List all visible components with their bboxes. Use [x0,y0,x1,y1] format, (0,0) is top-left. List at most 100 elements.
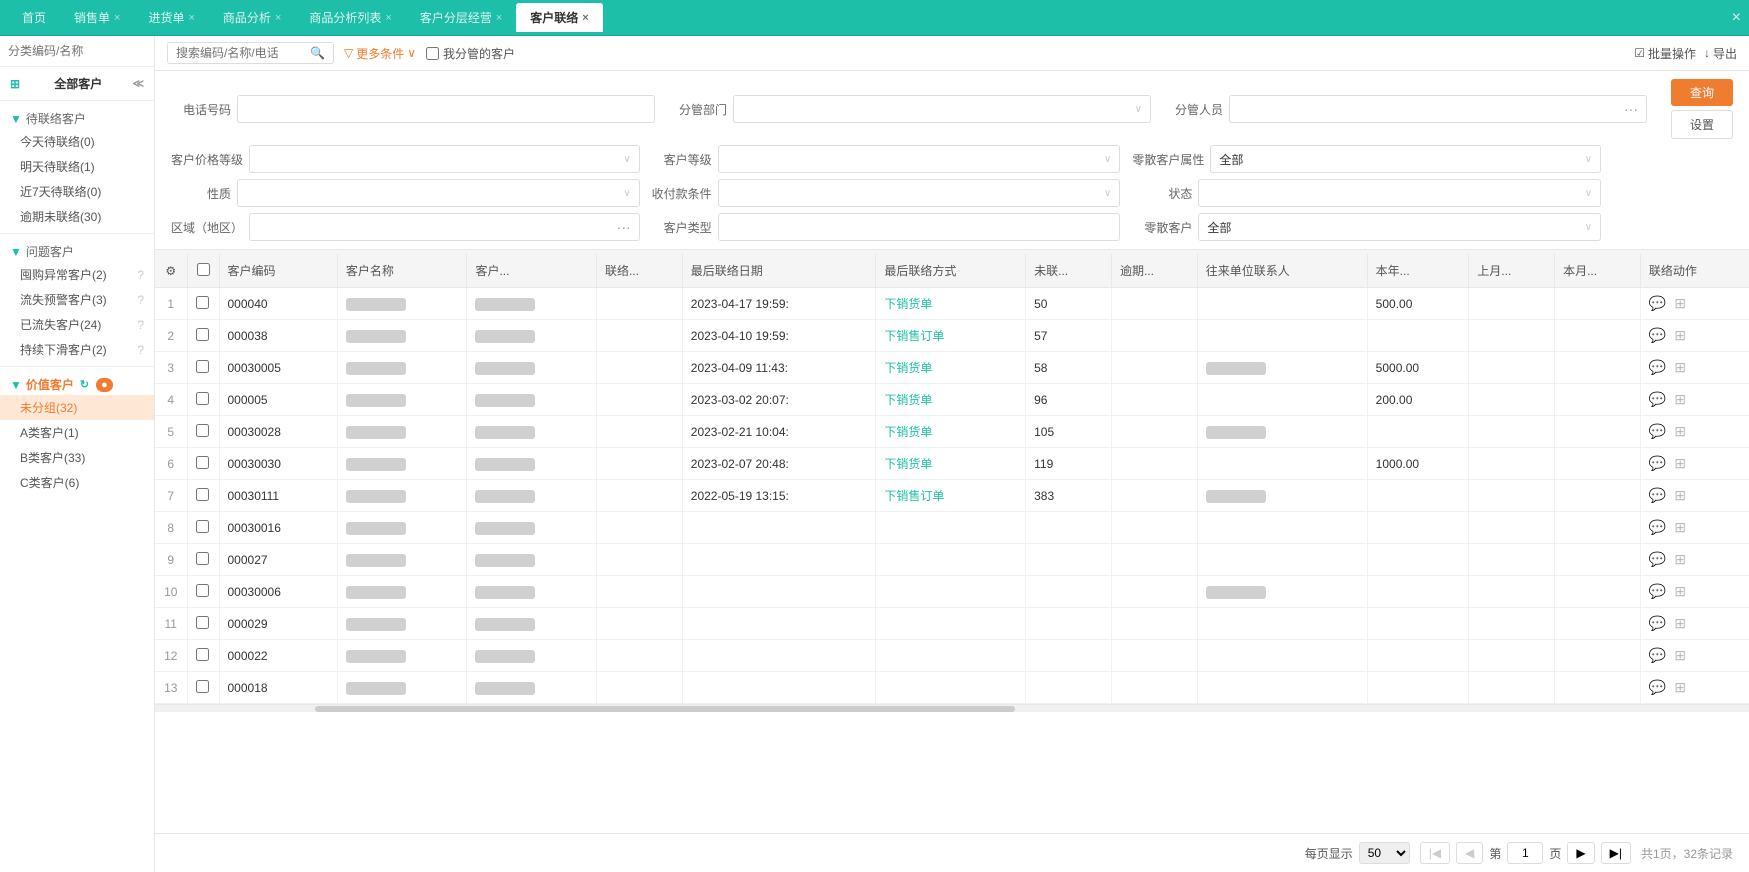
filter-retail-customer-input[interactable]: 全部 ∨ [1198,213,1601,241]
action-grid-icon[interactable]: ⊞ [1674,583,1686,600]
action-message-icon[interactable]: 💬 [1649,327,1666,344]
action-grid-icon[interactable]: ⊞ [1674,519,1686,536]
action-message-icon[interactable]: 💬 [1649,615,1666,632]
cell-checkbox[interactable] [187,384,219,416]
tab-customer-segment-close[interactable]: × [496,12,502,24]
filter-region-input[interactable]: ··· [249,213,640,241]
sidebar-item-c-class[interactable]: C类客户(6) [0,470,154,495]
last-contact-method-link[interactable]: 下销货单 [884,297,932,311]
cell-checkbox[interactable] [187,352,219,384]
action-grid-icon[interactable]: ⊞ [1674,295,1686,312]
horizontal-scrollbar[interactable] [155,704,1749,712]
th-name[interactable]: 客户名称 [337,254,467,288]
row-checkbox[interactable] [196,328,209,341]
last-contact-method-link[interactable]: 下销货单 [884,425,932,439]
cell-checkbox[interactable] [187,512,219,544]
th-last-contact-method[interactable]: 最后联络方式 [876,254,1026,288]
last-contact-method-link[interactable]: 下销售订单 [884,489,944,503]
th-contacts-person[interactable]: 往来单位联系人 [1197,254,1367,288]
window-close-icon[interactable]: × [1732,9,1741,27]
th-last-contact-date[interactable]: 最后联络日期 [682,254,876,288]
scroll-thumb[interactable] [315,706,1015,712]
row-checkbox[interactable] [196,616,209,629]
tab-purchase[interactable]: 进货单 × [134,3,208,32]
row-checkbox[interactable] [196,648,209,661]
action-grid-icon[interactable]: ⊞ [1674,487,1686,504]
action-message-icon[interactable]: 💬 [1649,679,1666,696]
last-contact-method-link[interactable]: 下销货单 [884,457,932,471]
reset-btn[interactable]: 设置 [1671,110,1733,139]
action-grid-icon[interactable]: ⊞ [1674,615,1686,632]
th-category[interactable]: 客户... [467,254,597,288]
last-page-btn[interactable]: ▶| [1601,842,1631,864]
action-grid-icon[interactable]: ⊞ [1674,391,1686,408]
sidebar-all-customers[interactable]: ⊞ 全部客户 ≪ [0,67,154,96]
th-last-month[interactable]: 上月... [1469,254,1555,288]
th-this-year[interactable]: 本年... [1367,254,1469,288]
sidebar-item-declining[interactable]: 持续下滑客户(2) ? [0,337,154,362]
action-grid-icon[interactable]: ⊞ [1674,455,1686,472]
tab-customer-contact[interactable]: 客户联络 × [516,3,602,32]
filter-my-customer[interactable]: 我分管的客户 [426,45,515,62]
refresh-icon[interactable]: ↻ [80,378,89,391]
th-contact[interactable]: 联络... [596,254,682,288]
th-checkbox[interactable] [187,254,219,288]
cell-checkbox[interactable] [187,320,219,352]
row-checkbox[interactable] [196,296,209,309]
sidebar-group-problem[interactable]: ▼ 问题客户 [0,238,154,262]
action-message-icon[interactable]: 💬 [1649,583,1666,600]
th-this-month[interactable]: 本月... [1555,254,1641,288]
last-contact-method-link[interactable]: 下销售订单 [884,329,944,343]
th-code[interactable]: 客户编码 [219,254,337,288]
tab-customer-segment[interactable]: 客户分层经营 × [406,3,516,32]
row-checkbox[interactable] [196,520,209,533]
th-no-contact[interactable]: 未联... [1026,254,1112,288]
cell-checkbox[interactable] [187,640,219,672]
sidebar-group-value[interactable]: ▼ 价值客户 ↻ ● [0,371,154,395]
action-message-icon[interactable]: 💬 [1649,487,1666,504]
cell-checkbox[interactable] [187,416,219,448]
row-checkbox[interactable] [196,456,209,469]
sidebar-item-churned[interactable]: 已流失客户(24) ? [0,312,154,337]
cell-checkbox[interactable] [187,672,219,704]
filter-payment-input[interactable]: ∨ [718,179,1121,207]
tab-product-analysis-list-close[interactable]: × [385,12,391,24]
first-page-btn[interactable]: |◀ [1420,842,1450,864]
action-grid-icon[interactable]: ⊞ [1674,359,1686,376]
filter-customer-type-input[interactable] [718,213,1121,241]
cell-checkbox[interactable] [187,544,219,576]
action-message-icon[interactable]: 💬 [1649,423,1666,440]
last-contact-method-link[interactable]: 下销货单 [884,361,932,375]
filter-status-input[interactable]: ∨ [1198,179,1601,207]
cell-checkbox[interactable] [187,288,219,320]
sidebar-item-abnormal[interactable]: 囤购异常客户(2) ? [0,262,154,287]
row-checkbox[interactable] [196,424,209,437]
action-grid-icon[interactable]: ⊞ [1674,647,1686,664]
sidebar-item-tomorrow[interactable]: 明天待联络(1) [0,154,154,179]
row-checkbox[interactable] [196,488,209,501]
tab-purchase-close[interactable]: × [188,12,194,24]
row-checkbox[interactable] [196,392,209,405]
sidebar-item-overdue[interactable]: 逾期未联络(30) [0,204,154,229]
cell-checkbox[interactable] [187,480,219,512]
action-message-icon[interactable]: 💬 [1649,295,1666,312]
sidebar-item-b-class[interactable]: B类客户(33) [0,445,154,470]
batch-ops-btn[interactable]: ☑ 批量操作 [1634,45,1696,62]
row-checkbox[interactable] [196,584,209,597]
row-checkbox[interactable] [196,552,209,565]
sidebar-group-pending[interactable]: ▼ 待联络客户 [0,105,154,129]
sidebar-item-7days[interactable]: 近7天待联络(0) [0,179,154,204]
action-message-icon[interactable]: 💬 [1649,359,1666,376]
last-contact-method-link[interactable]: 下销货单 [884,393,932,407]
sidebar-search-input[interactable] [8,44,155,58]
select-all-checkbox[interactable] [197,263,210,276]
export-btn[interactable]: ↓ 导出 [1704,45,1737,62]
cell-checkbox[interactable] [187,576,219,608]
action-grid-icon[interactable]: ⊞ [1674,423,1686,440]
tab-product-analysis[interactable]: 商品分析 × [209,3,295,32]
action-grid-icon[interactable]: ⊞ [1674,327,1686,344]
filter-manager-input[interactable]: ··· [1229,95,1647,123]
row-checkbox[interactable] [196,680,209,693]
filter-retail-attr-input[interactable]: 全部 ∨ [1210,145,1601,173]
tab-sales-close[interactable]: × [114,12,120,24]
